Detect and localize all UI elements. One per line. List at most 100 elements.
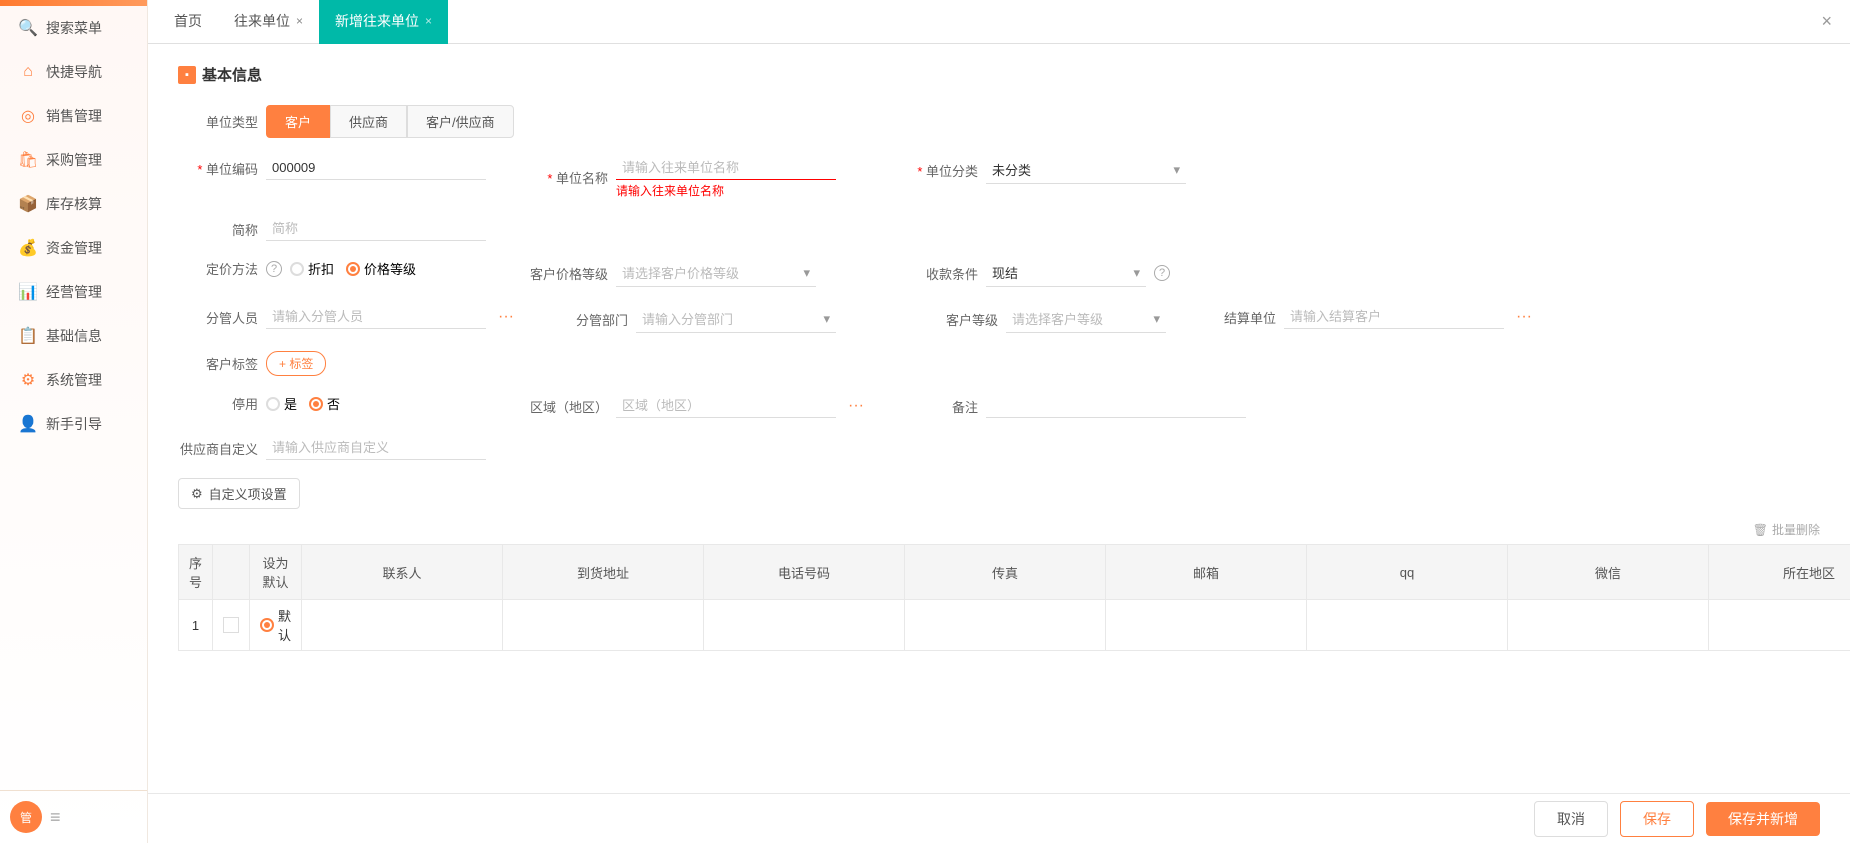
yes-label: 是 [284, 394, 297, 413]
manager-input[interactable] [266, 305, 486, 329]
finance-icon: 💰 [18, 238, 38, 258]
department-select[interactable]: 请输入分管部门 ▾ [636, 305, 836, 333]
unit-category-value: 未分类 [992, 160, 1031, 179]
contact-input[interactable] [312, 614, 492, 637]
settlement-unit-input[interactable] [1284, 305, 1504, 329]
department-placeholder: 请输入分管部门 [642, 309, 733, 328]
settlement-unit-field: 结算单位 ··· [1196, 305, 1536, 329]
unit-name-input[interactable] [616, 156, 836, 180]
basic-info-icon: 📋 [18, 326, 38, 346]
sidebar-item-search[interactable]: 🔍 搜索菜单 [0, 6, 147, 50]
sidebar-bottom: 管 ≡ [0, 790, 147, 843]
sidebar-item-guide[interactable]: 👤 新手引导 [0, 402, 147, 446]
pricing-discount-radio[interactable]: 折扣 [290, 259, 334, 278]
phone-input[interactable] [714, 614, 894, 637]
disabled-yes-radio[interactable]: 是 [266, 394, 297, 413]
pricing-help-icon[interactable]: ? [266, 261, 282, 277]
unit-code-field: 单位编码 [178, 156, 498, 180]
row-region[interactable] [1709, 600, 1850, 651]
unit-type-btn-supplier[interactable]: 供应商 [330, 105, 407, 138]
payment-terms-value: 现结 [992, 263, 1018, 282]
sidebar-item-quick-nav[interactable]: ⌂ 快捷导航 [0, 50, 147, 94]
short-name-input[interactable] [266, 217, 486, 241]
row-wechat[interactable] [1508, 600, 1709, 651]
customer-level-select[interactable]: 请选择客户等级 ▾ [1006, 305, 1166, 333]
tab-new-partner-close[interactable]: × [425, 14, 432, 28]
section-icon: ▪ [178, 66, 196, 84]
customer-price-level-select[interactable]: 请选择客户价格等级 ▾ [616, 259, 816, 287]
row-region-input[interactable] [1719, 614, 1850, 637]
settlement-unit-more-btn[interactable]: ··· [1512, 308, 1536, 326]
wechat-input[interactable] [1518, 614, 1698, 637]
remark-input[interactable] [986, 394, 1246, 418]
payment-terms-arrow: ▾ [1133, 265, 1140, 281]
supplier-custom-input[interactable] [266, 436, 486, 460]
payment-help-icon[interactable]: ? [1154, 265, 1170, 281]
sidebar-item-finance[interactable]: 💰 资金管理 [0, 226, 147, 270]
default-radio[interactable] [260, 618, 274, 632]
inventory-icon: 📦 [18, 194, 38, 214]
sidebar-item-basic-info[interactable]: 📋 基础信息 [0, 314, 147, 358]
sidebar-item-purchase[interactable]: 🛍 采购管理 [0, 138, 147, 182]
tab-partner[interactable]: 往来单位 × [218, 0, 319, 44]
unit-name-field: 单位名称 请输入往来单位名称 [528, 156, 868, 199]
contacts-table: 序号 设为默认 联系人 到货地址 电话号码 传真 邮箱 qq 微信 所在地区 操… [178, 544, 1850, 651]
tab-home[interactable]: 首页 [158, 0, 218, 44]
custom-settings-btn[interactable]: ⚙ 自定义项设置 [178, 478, 300, 509]
payment-terms-select[interactable]: 现结 ▾ [986, 259, 1146, 287]
unit-category-select[interactable]: 未分类 ▾ [986, 156, 1186, 184]
tab-bar-close[interactable]: × [1813, 11, 1840, 32]
manager-more-btn[interactable]: ··· [494, 308, 518, 326]
sidebar-item-label: 搜索菜单 [46, 18, 102, 38]
row-checkbox[interactable] [213, 600, 250, 651]
sidebar-item-inventory[interactable]: 📦 库存核算 [0, 182, 147, 226]
home-icon: ⌂ [18, 62, 38, 82]
batch-delete-icon: 🗑 [1753, 523, 1768, 537]
tab-new-partner[interactable]: 新增往来单位 × [319, 0, 448, 44]
disabled-no-radio[interactable]: 否 [309, 394, 340, 413]
sidebar-item-system[interactable]: ⚙ 系统管理 [0, 358, 147, 402]
address-input[interactable] [513, 614, 693, 637]
customer-level-placeholder: 请选择客户等级 [1012, 309, 1103, 328]
sidebar-item-operations[interactable]: 📊 经营管理 [0, 270, 147, 314]
row-qq[interactable] [1307, 600, 1508, 651]
row-fax[interactable] [905, 600, 1106, 651]
unit-code-input[interactable] [266, 156, 486, 180]
region-input[interactable] [616, 394, 836, 418]
row-address[interactable] [503, 600, 704, 651]
cancel-button[interactable]: 取消 [1534, 801, 1608, 837]
payment-terms-label: 收款条件 [898, 264, 978, 283]
row-default[interactable]: 默认 [250, 600, 302, 651]
fax-input[interactable] [915, 614, 1095, 637]
col-address: 到货地址 [503, 545, 704, 600]
col-checkbox [213, 545, 250, 600]
guide-icon: 👤 [18, 414, 38, 434]
batch-delete-label[interactable]: 批量删除 [1772, 521, 1820, 538]
save-new-button[interactable]: 保存并新增 [1706, 802, 1820, 836]
region-more-btn[interactable]: ··· [844, 397, 868, 415]
unit-type-btn-both[interactable]: 客户/供应商 [407, 105, 514, 138]
qq-input[interactable] [1317, 614, 1497, 637]
col-wechat: 微信 [1508, 545, 1709, 600]
add-tag-btn[interactable]: + 标签 [266, 351, 326, 376]
unit-type-btn-customer[interactable]: 客户 [266, 105, 330, 138]
unit-category-field: 单位分类 未分类 ▾ [898, 156, 1186, 184]
manager-label: 分管人员 [178, 308, 258, 327]
row-contact[interactable] [302, 600, 503, 651]
row-phone[interactable] [704, 600, 905, 651]
manager-row: 分管人员 ··· 分管部门 请输入分管部门 ▾ 客户等级 请选择客户等级 ▾ 结… [178, 305, 1820, 333]
email-input[interactable] [1116, 614, 1296, 637]
customer-price-arrow: ▾ [803, 265, 810, 281]
save-button[interactable]: 保存 [1620, 801, 1694, 837]
col-phone: 电话号码 [704, 545, 905, 600]
unit-name-label: 单位名称 [528, 168, 608, 187]
tab-partner-close[interactable]: × [296, 14, 303, 28]
tag-row: 客户标签 + 标签 [178, 351, 1820, 376]
sidebar: 🔍 搜索菜单 ⌂ 快捷导航 ◎ 销售管理 🛍 采购管理 📦 库存核算 💰 资金管… [0, 0, 148, 843]
sidebar-item-sales[interactable]: ◎ 销售管理 [0, 94, 147, 138]
row-email[interactable] [1106, 600, 1307, 651]
no-label: 否 [327, 394, 340, 413]
pricing-level-radio[interactable]: 价格等级 [346, 259, 416, 278]
user-info-icon: ≡ [50, 807, 61, 828]
sidebar-item-label: 快捷导航 [46, 62, 102, 82]
